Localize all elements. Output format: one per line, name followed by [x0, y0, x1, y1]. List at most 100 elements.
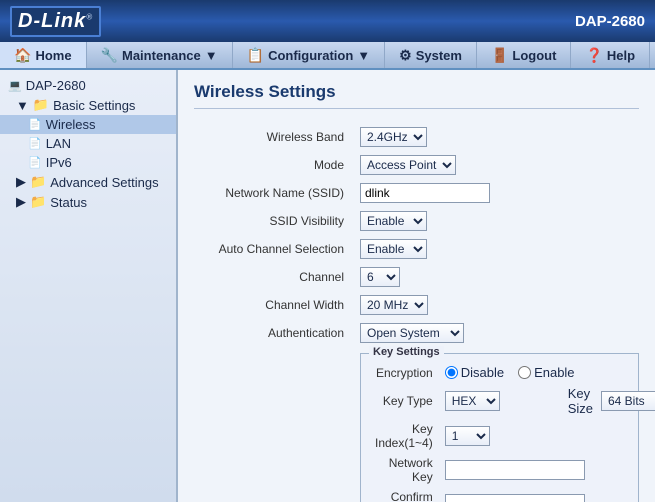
key-type-row: Key Type HEX ASCII Key Size 64 Bits 128 … — [371, 383, 655, 419]
key-size-select[interactable]: 64 Bits 128 Bits — [601, 391, 655, 411]
network-key-label: Network Key — [371, 453, 441, 487]
sidebar-item-lan[interactable]: 📄 LAN — [0, 134, 176, 153]
channel-width-row: Channel Width 20 MHz 40 MHz — [194, 291, 639, 319]
channel-width-label: Channel Width — [194, 291, 354, 319]
key-index-label: Key Index(1~4) — [371, 419, 441, 453]
confirm-key-input[interactable] — [445, 494, 585, 502]
confirm-key-label: Confirm Key — [371, 487, 441, 502]
wireless-band-label: Wireless Band — [194, 123, 354, 151]
encryption-radio-group: Disable Enable — [445, 365, 655, 380]
authentication-label: Authentication — [194, 319, 354, 347]
network-key-input[interactable] — [445, 460, 585, 480]
encryption-disable-text: Disable — [461, 365, 504, 380]
logo-box: D-Link® — [10, 6, 101, 37]
nav-maintenance-label: Maintenance — [122, 48, 201, 63]
wireless-band-row: Wireless Band 2.4GHz 5GHz — [194, 123, 639, 151]
folder-icon-advanced: 📁 — [30, 174, 46, 190]
channel-select[interactable]: 6 12345 7891011 — [360, 267, 400, 287]
nav-help[interactable]: ❓ Help — [571, 42, 650, 68]
expand-icon-status: ▶ — [16, 194, 26, 210]
expand-icon-basic: ▼ — [16, 98, 29, 113]
folder-icon-basic: 📁 — [33, 97, 49, 113]
sidebar-item-basic-settings[interactable]: ▼ 📁 Basic Settings — [0, 95, 176, 115]
content-area: Wireless Settings Wireless Band 2.4GHz 5… — [178, 70, 655, 502]
device-icon: 💻 — [8, 79, 22, 92]
channel-width-select[interactable]: 20 MHz 40 MHz — [360, 295, 428, 315]
ssid-row: Network Name (SSID) — [194, 179, 639, 207]
sidebar-label-status: Status — [50, 195, 87, 210]
configuration-arrow: ▼ — [357, 48, 370, 63]
key-size-label: Key Size — [568, 386, 593, 416]
nav-logout[interactable]: 🚪 Logout — [477, 42, 571, 68]
doc-icon-lan: 📄 — [28, 137, 42, 150]
doc-icon-ipv6: 📄 — [28, 156, 42, 169]
ssid-visibility-label: SSID Visibility — [194, 207, 354, 235]
key-settings-box: Key Settings Encryption Disable Enable — [360, 353, 639, 502]
encryption-enable-radio[interactable] — [518, 366, 531, 379]
logout-icon: 🚪 — [491, 47, 508, 64]
key-settings-table: Encryption Disable Enable — [371, 362, 655, 502]
key-type-select[interactable]: HEX ASCII — [445, 391, 500, 411]
navbar: 🏠 Home 🔧 Maintenance ▼ 📋 Configuration ▼… — [0, 42, 655, 70]
nav-system-label: System — [416, 48, 462, 63]
sidebar-label-dap2680: DAP-2680 — [26, 78, 86, 93]
ssid-visibility-select[interactable]: Enable Disable — [360, 211, 427, 231]
system-icon: ⚙ — [399, 47, 412, 64]
nav-help-label: Help — [607, 48, 635, 63]
header: D-Link® DAP-2680 — [0, 0, 655, 42]
key-index-select[interactable]: 1 2 3 4 — [445, 426, 490, 446]
configuration-icon: 📋 — [247, 47, 264, 64]
nav-home-label: Home — [35, 48, 71, 63]
logo: D-Link® — [10, 6, 101, 37]
mode-label: Mode — [194, 151, 354, 179]
maintenance-arrow: ▼ — [205, 48, 218, 63]
mode-row: Mode Access Point WDS — [194, 151, 639, 179]
key-type-size-row: HEX ASCII Key Size 64 Bits 128 Bits — [445, 386, 655, 416]
nav-system[interactable]: ⚙ System — [385, 42, 477, 68]
encryption-label: Encryption — [371, 362, 441, 383]
wireless-band-select[interactable]: 2.4GHz 5GHz — [360, 127, 427, 147]
page-title: Wireless Settings — [194, 82, 639, 109]
auto-channel-row: Auto Channel Selection Enable Disable — [194, 235, 639, 263]
ssid-input[interactable] — [360, 183, 490, 203]
sidebar-label-lan: LAN — [46, 136, 71, 151]
home-icon: 🏠 — [14, 47, 31, 64]
sidebar-label-ipv6: IPv6 — [46, 155, 72, 170]
nav-configuration-label: Configuration — [268, 48, 353, 63]
sidebar: 💻 DAP-2680 ▼ 📁 Basic Settings 📄 Wireless… — [0, 70, 178, 502]
sidebar-item-wireless[interactable]: 📄 Wireless — [0, 115, 176, 134]
encryption-disable-radio[interactable] — [445, 366, 458, 379]
nav-home[interactable]: 🏠 Home — [0, 42, 87, 68]
sidebar-item-advanced-settings[interactable]: ▶ 📁 Advanced Settings — [0, 172, 176, 192]
settings-form: Wireless Band 2.4GHz 5GHz Mode Access Po… — [194, 123, 639, 347]
maintenance-icon: 🔧 — [101, 47, 118, 64]
network-key-row: Network Key — [371, 453, 655, 487]
sidebar-item-dap2680[interactable]: 💻 DAP-2680 — [0, 76, 176, 95]
help-icon: ❓ — [585, 47, 602, 64]
doc-icon-wireless: 📄 — [28, 118, 42, 131]
main-area: 💻 DAP-2680 ▼ 📁 Basic Settings 📄 Wireless… — [0, 70, 655, 502]
channel-label: Channel — [194, 263, 354, 291]
model-name: DAP-2680 — [575, 13, 645, 30]
sidebar-item-ipv6[interactable]: 📄 IPv6 — [0, 153, 176, 172]
auto-channel-label: Auto Channel Selection — [194, 235, 354, 263]
mode-select[interactable]: Access Point WDS — [360, 155, 456, 175]
ssid-label: Network Name (SSID) — [194, 179, 354, 207]
encryption-disable-label[interactable]: Disable — [445, 365, 504, 380]
encryption-enable-label[interactable]: Enable — [518, 365, 574, 380]
sidebar-label-basic-settings: Basic Settings — [53, 98, 135, 113]
encryption-row: Encryption Disable Enable — [371, 362, 655, 383]
sidebar-label-advanced-settings: Advanced Settings — [50, 175, 158, 190]
logo-tm: ® — [86, 12, 93, 21]
auto-channel-select[interactable]: Enable Disable — [360, 239, 427, 259]
nav-logout-label: Logout — [512, 48, 556, 63]
authentication-select[interactable]: Open System Shared Key WPA-Personal — [360, 323, 464, 343]
authentication-row: Authentication Open System Shared Key WP… — [194, 319, 639, 347]
folder-icon-status: 📁 — [30, 194, 46, 210]
logo-text: D-Link® — [18, 10, 93, 32]
expand-icon-advanced: ▶ — [16, 174, 26, 190]
key-type-label: Key Type — [371, 383, 441, 419]
nav-maintenance[interactable]: 🔧 Maintenance ▼ — [87, 42, 233, 68]
nav-configuration[interactable]: 📋 Configuration ▼ — [233, 42, 386, 68]
sidebar-item-status[interactable]: ▶ 📁 Status — [0, 192, 176, 212]
